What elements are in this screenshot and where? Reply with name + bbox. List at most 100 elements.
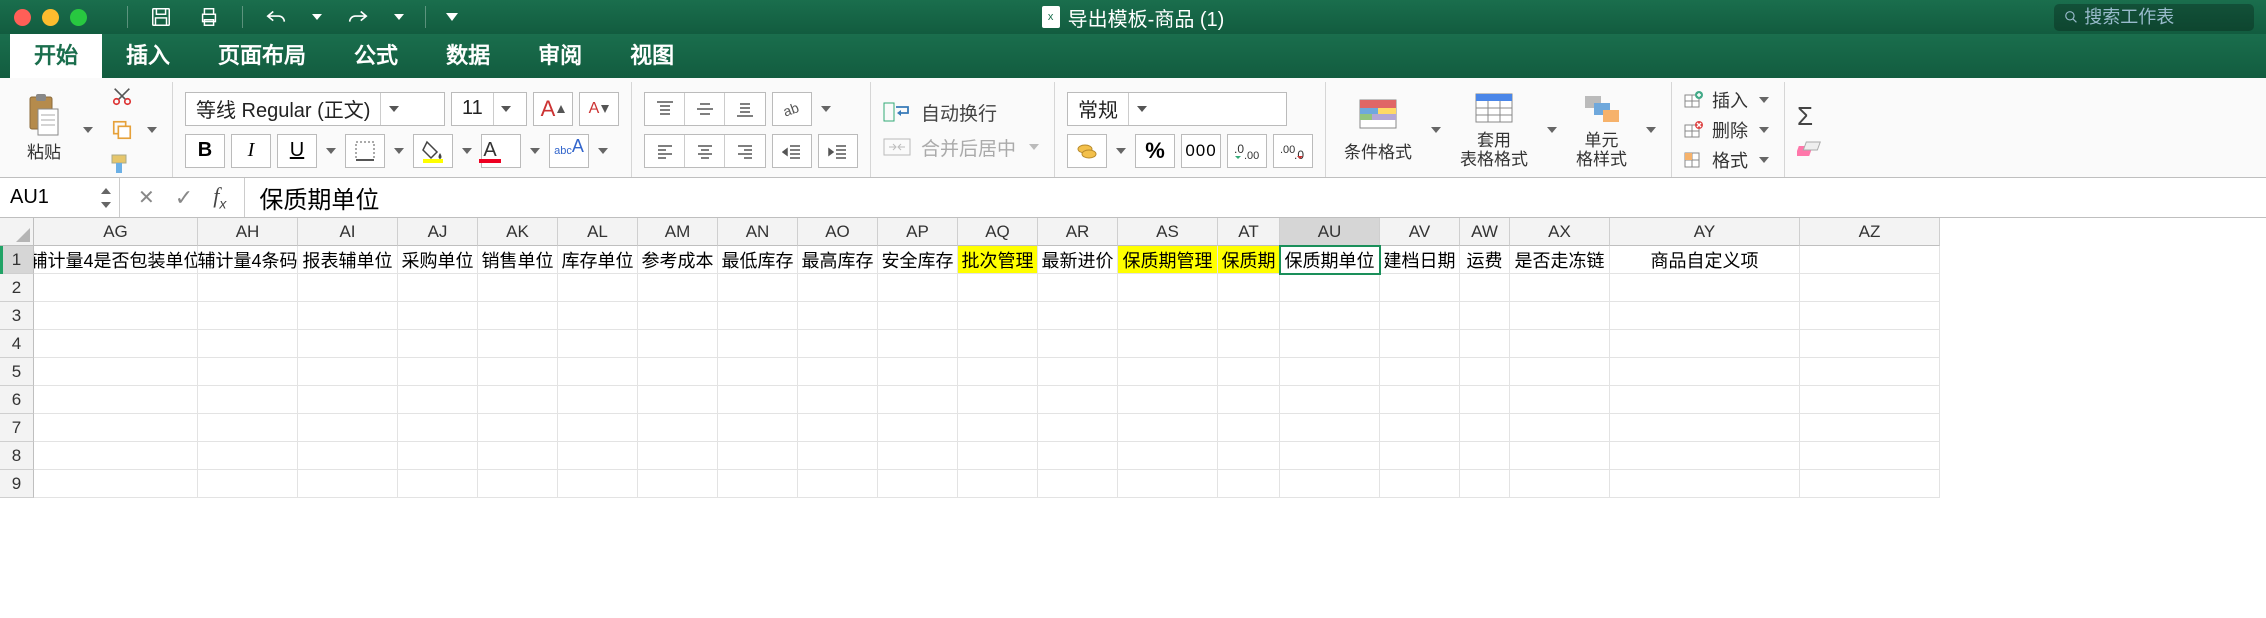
currency-button[interactable] — [1067, 134, 1107, 168]
cond-fmt-dropdown[interactable] — [1428, 122, 1444, 138]
cell-AR9[interactable] — [1038, 470, 1118, 498]
cell-AM3[interactable] — [638, 302, 718, 330]
font-name-combo[interactable]: 等线 Regular (正文) — [185, 92, 445, 126]
cell-AP1[interactable]: 安全库存 — [878, 246, 958, 274]
cell-AO4[interactable] — [798, 330, 878, 358]
column-header-AI[interactable]: AI — [298, 218, 398, 246]
cell-AL1[interactable]: 库存单位 — [558, 246, 638, 274]
column-header-AN[interactable]: AN — [718, 218, 798, 246]
cell-AJ8[interactable] — [398, 442, 478, 470]
cell-AY4[interactable] — [1610, 330, 1800, 358]
cell-AL7[interactable] — [558, 414, 638, 442]
column-header-AW[interactable]: AW — [1460, 218, 1510, 246]
bold-button[interactable]: B — [185, 134, 225, 168]
save-button[interactable] — [146, 2, 176, 32]
column-header-AQ[interactable]: AQ — [958, 218, 1038, 246]
underline-button[interactable]: U — [277, 134, 317, 168]
cell-AG1[interactable]: 辅计量4是否包装单位 — [34, 246, 198, 274]
cell-AY6[interactable] — [1610, 386, 1800, 414]
cell-AQ1[interactable]: 批次管理 — [958, 246, 1038, 274]
column-header-AM[interactable]: AM — [638, 218, 718, 246]
cell-AR1[interactable]: 最新进价 — [1038, 246, 1118, 274]
format-painter-button[interactable] — [106, 150, 138, 178]
cell-AQ9[interactable] — [958, 470, 1038, 498]
cell-AX6[interactable] — [1510, 386, 1610, 414]
column-header-AJ[interactable]: AJ — [398, 218, 478, 246]
cell-AS2[interactable] — [1118, 274, 1218, 302]
increase-decimal-button[interactable]: .0.00 — [1227, 134, 1267, 168]
cell-AI2[interactable] — [298, 274, 398, 302]
cell-AZ4[interactable] — [1800, 330, 1940, 358]
cell-AT5[interactable] — [1218, 358, 1280, 386]
cell-AX4[interactable] — [1510, 330, 1610, 358]
column-header-AV[interactable]: AV — [1380, 218, 1460, 246]
cell-AN8[interactable] — [718, 442, 798, 470]
decrease-decimal-button[interactable]: .00.0 — [1273, 134, 1313, 168]
cell-AR8[interactable] — [1038, 442, 1118, 470]
cell-AM4[interactable] — [638, 330, 718, 358]
cell-AZ8[interactable] — [1800, 442, 1940, 470]
cell-AJ4[interactable] — [398, 330, 478, 358]
decrease-indent-button[interactable] — [772, 134, 812, 168]
cell-AV1[interactable]: 建档日期 — [1380, 246, 1460, 274]
cell-AY9[interactable] — [1610, 470, 1800, 498]
close-window-button[interactable] — [14, 9, 31, 26]
column-header-AY[interactable]: AY — [1610, 218, 1800, 246]
cell-AQ4[interactable] — [958, 330, 1038, 358]
cell-AW1[interactable]: 运费 — [1460, 246, 1510, 274]
comma-button[interactable]: 000 — [1181, 134, 1221, 168]
cell-AH2[interactable] — [198, 274, 298, 302]
row-header-2[interactable]: 2 — [0, 274, 34, 302]
cell-AU3[interactable] — [1280, 302, 1380, 330]
row-header-6[interactable]: 6 — [0, 386, 34, 414]
print-button[interactable] — [194, 2, 224, 32]
column-header-AK[interactable]: AK — [478, 218, 558, 246]
cell-AK1[interactable]: 销售单位 — [478, 246, 558, 274]
column-header-AS[interactable]: AS — [1118, 218, 1218, 246]
cell-AH5[interactable] — [198, 358, 298, 386]
tab-data[interactable]: 数据 — [422, 30, 514, 78]
cell-AY5[interactable] — [1610, 358, 1800, 386]
cell-AL3[interactable] — [558, 302, 638, 330]
cell-AU7[interactable] — [1280, 414, 1380, 442]
cell-AP6[interactable] — [878, 386, 958, 414]
merge-center-button[interactable]: 合并后居中 — [883, 134, 1042, 161]
cell-AP5[interactable] — [878, 358, 958, 386]
cell-AS1[interactable]: 保质期管理 — [1118, 246, 1218, 274]
cell-AS8[interactable] — [1118, 442, 1218, 470]
cell-AV9[interactable] — [1380, 470, 1460, 498]
format-cells-dropdown[interactable] — [1756, 152, 1772, 168]
cell-AG5[interactable] — [34, 358, 198, 386]
cell-AJ1[interactable]: 采购单位 — [398, 246, 478, 274]
currency-dropdown[interactable] — [1113, 143, 1129, 159]
cell-AO2[interactable] — [798, 274, 878, 302]
number-format-combo[interactable]: 常规 — [1067, 92, 1287, 126]
increase-indent-button[interactable] — [818, 134, 858, 168]
cell-AZ6[interactable] — [1800, 386, 1940, 414]
cell-AZ3[interactable] — [1800, 302, 1940, 330]
cell-AZ2[interactable] — [1800, 274, 1940, 302]
cell-AW8[interactable] — [1460, 442, 1510, 470]
cell-AR5[interactable] — [1038, 358, 1118, 386]
tab-view[interactable]: 视图 — [606, 30, 698, 78]
cell-AP4[interactable] — [878, 330, 958, 358]
cell-AR2[interactable] — [1038, 274, 1118, 302]
row-header-5[interactable]: 5 — [0, 358, 34, 386]
cell-AU8[interactable] — [1280, 442, 1380, 470]
cell-AJ9[interactable] — [398, 470, 478, 498]
cell-AG8[interactable] — [34, 442, 198, 470]
cell-AI4[interactable] — [298, 330, 398, 358]
cell-AM5[interactable] — [638, 358, 718, 386]
align-left-button[interactable] — [645, 135, 685, 167]
cell-AK2[interactable] — [478, 274, 558, 302]
decrease-font-button[interactable]: A — [579, 92, 619, 126]
cell-AQ7[interactable] — [958, 414, 1038, 442]
cell-AT3[interactable] — [1218, 302, 1280, 330]
undo-dropdown[interactable] — [309, 9, 325, 25]
formula-input[interactable] — [245, 184, 2266, 212]
cell-AW5[interactable] — [1460, 358, 1510, 386]
cell-AY3[interactable] — [1610, 302, 1800, 330]
cell-AJ3[interactable] — [398, 302, 478, 330]
column-header-AH[interactable]: AH — [198, 218, 298, 246]
cell-AT2[interactable] — [1218, 274, 1280, 302]
